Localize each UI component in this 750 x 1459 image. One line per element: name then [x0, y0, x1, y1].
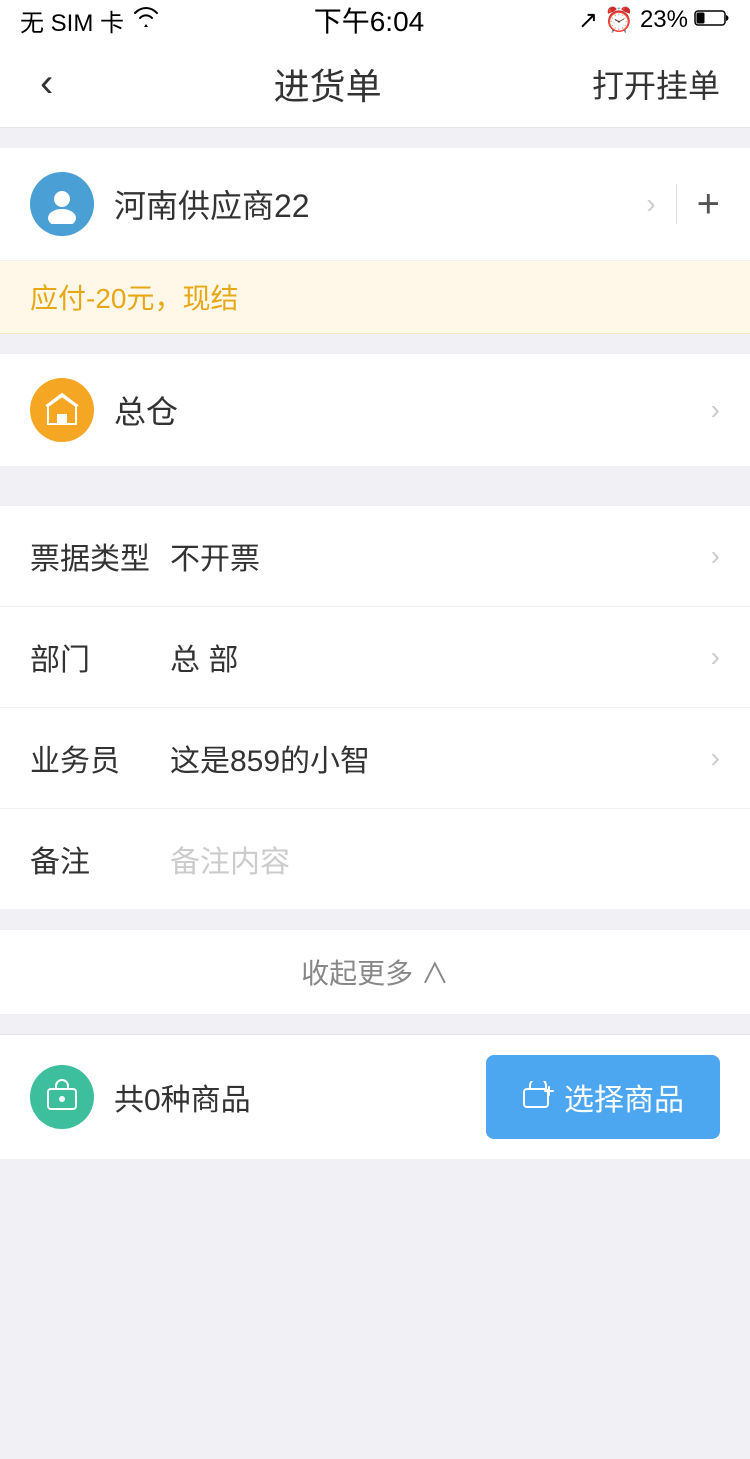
- department-row[interactable]: 部门 总 部 ›: [0, 607, 750, 708]
- department-chevron-icon: ›: [711, 641, 720, 673]
- form-section: 票据类型 不开票 › 部门 总 部 › 业务员 这是859的小智 › 备注 备注…: [0, 506, 750, 909]
- back-button[interactable]: ‹: [30, 51, 63, 116]
- select-product-label: 选择商品: [564, 1075, 684, 1119]
- select-product-button[interactable]: 选择商品: [486, 1055, 720, 1139]
- department-label: 部门: [30, 635, 150, 679]
- mid-divider-2: [0, 466, 750, 486]
- supplier-divider: [676, 184, 677, 224]
- remark-label: 备注: [30, 837, 150, 881]
- supplier-avatar: [30, 172, 94, 236]
- warehouse-icon: [30, 378, 94, 442]
- department-value: 总 部: [150, 635, 701, 679]
- carrier-text: 无 SIM 卡: [20, 3, 124, 38]
- wifi-icon: [132, 6, 160, 35]
- remark-row[interactable]: 备注 备注内容: [0, 809, 750, 909]
- salesperson-chevron-icon: ›: [711, 742, 720, 774]
- back-icon: ‹: [40, 61, 53, 105]
- supplier-name: 河南供应商22: [114, 181, 636, 227]
- remark-input[interactable]: 备注内容: [150, 837, 720, 881]
- top-divider: [0, 128, 750, 148]
- invoice-type-chevron-icon: ›: [711, 540, 720, 572]
- invoice-type-row[interactable]: 票据类型 不开票 ›: [0, 506, 750, 607]
- warehouse-name: 总仓: [114, 387, 701, 433]
- battery-icon: [694, 6, 730, 34]
- salesperson-value: 这是859的小智: [150, 736, 701, 780]
- supplier-chevron-icon: ›: [646, 188, 655, 220]
- warehouse-section: 总仓 ›: [0, 354, 750, 466]
- notice-banner: 应付-20元，现结: [0, 261, 750, 334]
- product-count: 共0种商品: [114, 1075, 486, 1119]
- invoice-type-label: 票据类型: [30, 534, 150, 578]
- warehouse-chevron-icon: ›: [711, 394, 720, 426]
- product-icon: [30, 1065, 94, 1129]
- salesperson-row[interactable]: 业务员 这是859的小智 ›: [0, 708, 750, 809]
- location-icon: ↗: [578, 6, 598, 35]
- battery-text: 23%: [640, 6, 688, 34]
- status-carrier: 无 SIM 卡: [20, 3, 160, 38]
- supplier-section: 河南供应商22 › + 应付-20元，现结: [0, 148, 750, 334]
- bottom-bar: 共0种商品 选择商品: [0, 1034, 750, 1159]
- collapse-label: 收起更多 ∧: [301, 952, 449, 992]
- select-product-icon: [522, 1081, 554, 1113]
- invoice-type-value: 不开票: [150, 534, 701, 578]
- status-time: 下午6:04: [314, 0, 425, 40]
- page-title: 进货单: [274, 58, 382, 110]
- alarm-icon: ⏰: [604, 6, 634, 35]
- salesperson-label: 业务员: [30, 736, 150, 780]
- collapse-row[interactable]: 收起更多 ∧: [0, 929, 750, 1014]
- supplier-row[interactable]: 河南供应商22 › +: [0, 148, 750, 261]
- mid-divider-1: [0, 334, 750, 354]
- add-supplier-button[interactable]: +: [697, 182, 720, 227]
- remaining-area: [0, 1159, 750, 1459]
- open-pending-button[interactable]: 打开挂单: [592, 61, 720, 107]
- status-indicators: ↗ ⏰ 23%: [578, 6, 730, 35]
- status-bar: 无 SIM 卡 下午6:04 ↗ ⏰ 23%: [0, 0, 750, 40]
- notice-text: 应付-20元，现结: [30, 283, 238, 314]
- warehouse-row[interactable]: 总仓 ›: [0, 354, 750, 466]
- navigation-bar: ‹ 进货单 打开挂单: [0, 40, 750, 128]
